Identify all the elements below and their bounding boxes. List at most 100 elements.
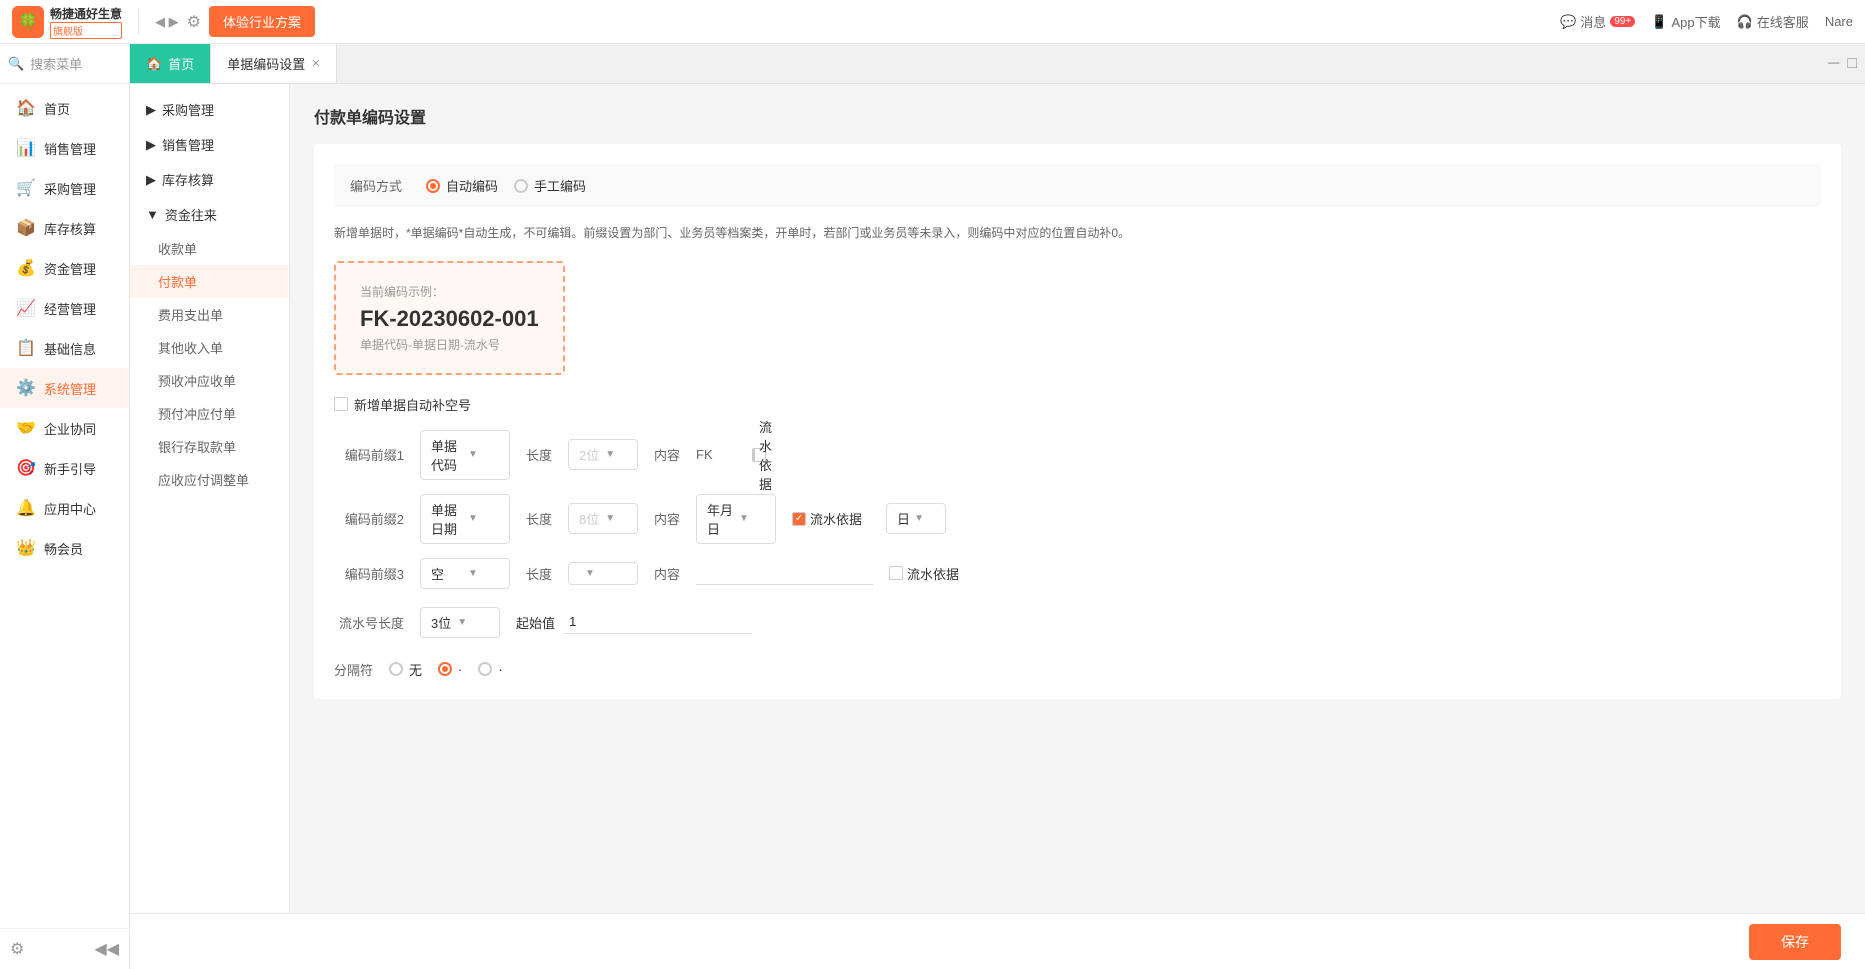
sidebar-item-member[interactable]: 👑 畅会员 (0, 528, 129, 568)
length2-select[interactable]: 8位 ▼ (568, 503, 638, 534)
settings-icon[interactable]: ⚙ (187, 12, 201, 32)
serial-length-select[interactable]: 3位 ▼ (420, 607, 500, 638)
new-record-checkbox[interactable] (334, 397, 348, 411)
serial-start-input[interactable] (563, 610, 752, 634)
sep-dot2-radio[interactable]: · (478, 662, 502, 677)
menu-item-payment[interactable]: 付款单 (130, 265, 289, 298)
download-icon: 📱 (1651, 14, 1667, 30)
content3-input[interactable] (696, 561, 873, 585)
menu-header-sales[interactable]: ▶ 销售管理 (130, 127, 289, 162)
collapse-icon[interactable]: ◀◀ (94, 939, 119, 959)
stream2-checkbox[interactable]: ✓ (792, 512, 806, 526)
apps-icon: 🔔 (16, 498, 36, 518)
tabbar: 🏠 首页 单据编码设置 ✕ ─ □ (130, 44, 1865, 84)
length2-arrow: ▼ (605, 513, 615, 524)
menu-header-purchase[interactable]: ▶ 采购管理 (130, 92, 289, 127)
stream3-checkbox[interactable] (889, 566, 903, 580)
topbar: 🍀 畅捷通好生意 旗舰版 ◀ ▶ ⚙ 体验行业方案 💬 消息 99+ 📱 App… (0, 0, 1865, 44)
sep-none-radio[interactable]: 无 (389, 660, 422, 679)
encoding-method-label: 编码方式 (350, 176, 402, 195)
prefix2-select[interactable]: 单据日期 ▼ (420, 494, 510, 544)
sales-icon: 📊 (16, 138, 36, 158)
menu-header-capital[interactable]: ▼ 资金往来 (130, 197, 289, 232)
search-icon: 🔍 (8, 56, 24, 72)
separator-row: 分隔符 无 · (334, 660, 1821, 679)
trial-button[interactable]: 体验行业方案 (209, 6, 315, 37)
menu-item-ap-ar-adjust[interactable]: 应收应付调整单 (130, 463, 289, 496)
menu-group-inventory: ▶ 库存核算 (130, 162, 289, 197)
sidebar-item-system[interactable]: ⚙️ 系统管理 (0, 368, 129, 408)
member-icon: 👑 (16, 538, 36, 558)
preview-label: 当前编码示例： (360, 283, 539, 300)
encoding-radio-group: 自动编码 手工编码 (426, 176, 586, 195)
stream2-checkbox-group: ✓ 流水依据 (792, 509, 862, 528)
inner-layout: ▶ 采购管理 ▶ 销售管理 ▶ 库存核算 (130, 84, 1865, 913)
maximize-icon[interactable]: □ (1847, 55, 1857, 73)
messages-button[interactable]: 💬 消息 99+ (1560, 12, 1635, 31)
length3-select[interactable]: ▼ (568, 562, 638, 585)
app-logo: 🍀 畅捷通好生意 旗舰版 (12, 5, 122, 39)
day-select[interactable]: 日 ▼ (886, 503, 946, 534)
length1-select[interactable]: 2位 ▼ (568, 439, 638, 470)
app-download-button[interactable]: 📱 App下载 (1651, 12, 1720, 31)
separator-label: 分隔符 (334, 660, 373, 679)
prefix3-row: 编码前缀3 空 ▼ 长度 ▼ 内容 (334, 558, 1821, 589)
stream1-checkbox[interactable]: 流水依据 (752, 448, 766, 462)
online-service-button[interactable]: 🎧 在线客服 (1737, 12, 1809, 31)
minimize-icon[interactable]: ─ (1828, 55, 1839, 73)
menu-item-receipt[interactable]: 收款单 (130, 232, 289, 265)
prefix3-label: 编码前缀3 (334, 564, 404, 583)
chevron-down-icon-capital: ▼ (146, 207, 159, 222)
checkmark2: ✓ (795, 513, 803, 524)
auto-radio-dot (430, 183, 436, 189)
sep-dot-radio[interactable]: · (438, 662, 462, 677)
prefix1-select[interactable]: 单据代码 ▼ (420, 430, 510, 480)
length2-label: 长度 (526, 509, 552, 528)
tab-encoding-settings[interactable]: 单据编码设置 ✕ (211, 44, 337, 83)
new-record-label: 新增单据自动补空号 (354, 395, 471, 414)
sidebar-item-guide[interactable]: 🎯 新手引导 (0, 448, 129, 488)
sidebar-item-sales[interactable]: 📊 销售管理 (0, 128, 129, 168)
nav-arrows[interactable]: ◀ ▶ (155, 14, 179, 30)
menu-item-other-income[interactable]: 其他收入单 (130, 331, 289, 364)
page-title: 付款单编码设置 (314, 104, 1841, 128)
prefix3-select[interactable]: 空 ▼ (420, 558, 510, 589)
tab-home[interactable]: 🏠 首页 (130, 44, 211, 83)
user-avatar[interactable]: Nare (1825, 8, 1853, 36)
sidebar-item-collab[interactable]: 🤝 企业协同 (0, 408, 129, 448)
menu-item-expense[interactable]: 费用支出单 (130, 298, 289, 331)
menu-group-sales: ▶ 销售管理 (130, 127, 289, 162)
sidebar-item-business[interactable]: 📈 经营管理 (0, 288, 129, 328)
stream3-label: 流水依据 (907, 564, 959, 583)
sidebar-item-apps[interactable]: 🔔 应用中心 (0, 488, 129, 528)
sidebar-item-basic[interactable]: 📋 基础信息 (0, 328, 129, 368)
menu-item-pre-payable[interactable]: 预付冲应付单 (130, 397, 289, 430)
menu-item-bank-deposit[interactable]: 银行存取款单 (130, 430, 289, 463)
serial-length-arrow: ▼ (457, 617, 467, 628)
menu-header-inventory[interactable]: ▶ 库存核算 (130, 162, 289, 197)
settings-footer-icon[interactable]: ⚙ (10, 939, 24, 959)
prefix2-arrow: ▼ (468, 513, 499, 524)
stream1-checkbox-group: 流水依据 (752, 448, 766, 462)
manual-encoding-radio[interactable]: 手工编码 (514, 176, 586, 195)
home-tab-icon: 🏠 (146, 56, 162, 72)
serial-start-label: 起始值 (516, 613, 555, 632)
content2-select[interactable]: 年月日 ▼ (696, 494, 776, 544)
save-button[interactable]: 保存 (1749, 924, 1841, 960)
menu-item-pre-receivable[interactable]: 预收冲应收单 (130, 364, 289, 397)
auto-encoding-radio[interactable]: 自动编码 (426, 176, 498, 195)
main-layout: 🔍 搜索菜单 🏠 首页 📊 销售管理 🛒 采购管理 📦 库存核算 💰 (0, 44, 1865, 969)
search-menu[interactable]: 🔍 搜索菜单 (0, 44, 129, 84)
content1-label: 内容 (654, 445, 680, 464)
tab-close-icon[interactable]: ✕ (311, 57, 320, 70)
sidebar-item-purchase[interactable]: 🛒 采购管理 (0, 168, 129, 208)
sidebar-item-finance[interactable]: 💰 资金管理 (0, 248, 129, 288)
stream1-box[interactable] (753, 448, 755, 462)
content2-label: 内容 (654, 509, 680, 528)
sidebar-item-home[interactable]: 🏠 首页 (0, 88, 129, 128)
sidebar-item-inventory[interactable]: 📦 库存核算 (0, 208, 129, 248)
topbar-right: 💬 消息 99+ 📱 App下载 🎧 在线客服 Nare (1560, 8, 1853, 36)
chevron-right-icon-sales: ▶ (146, 137, 156, 153)
service-icon: 🎧 (1737, 14, 1753, 30)
stream1-label: 流水依据 (759, 417, 772, 493)
